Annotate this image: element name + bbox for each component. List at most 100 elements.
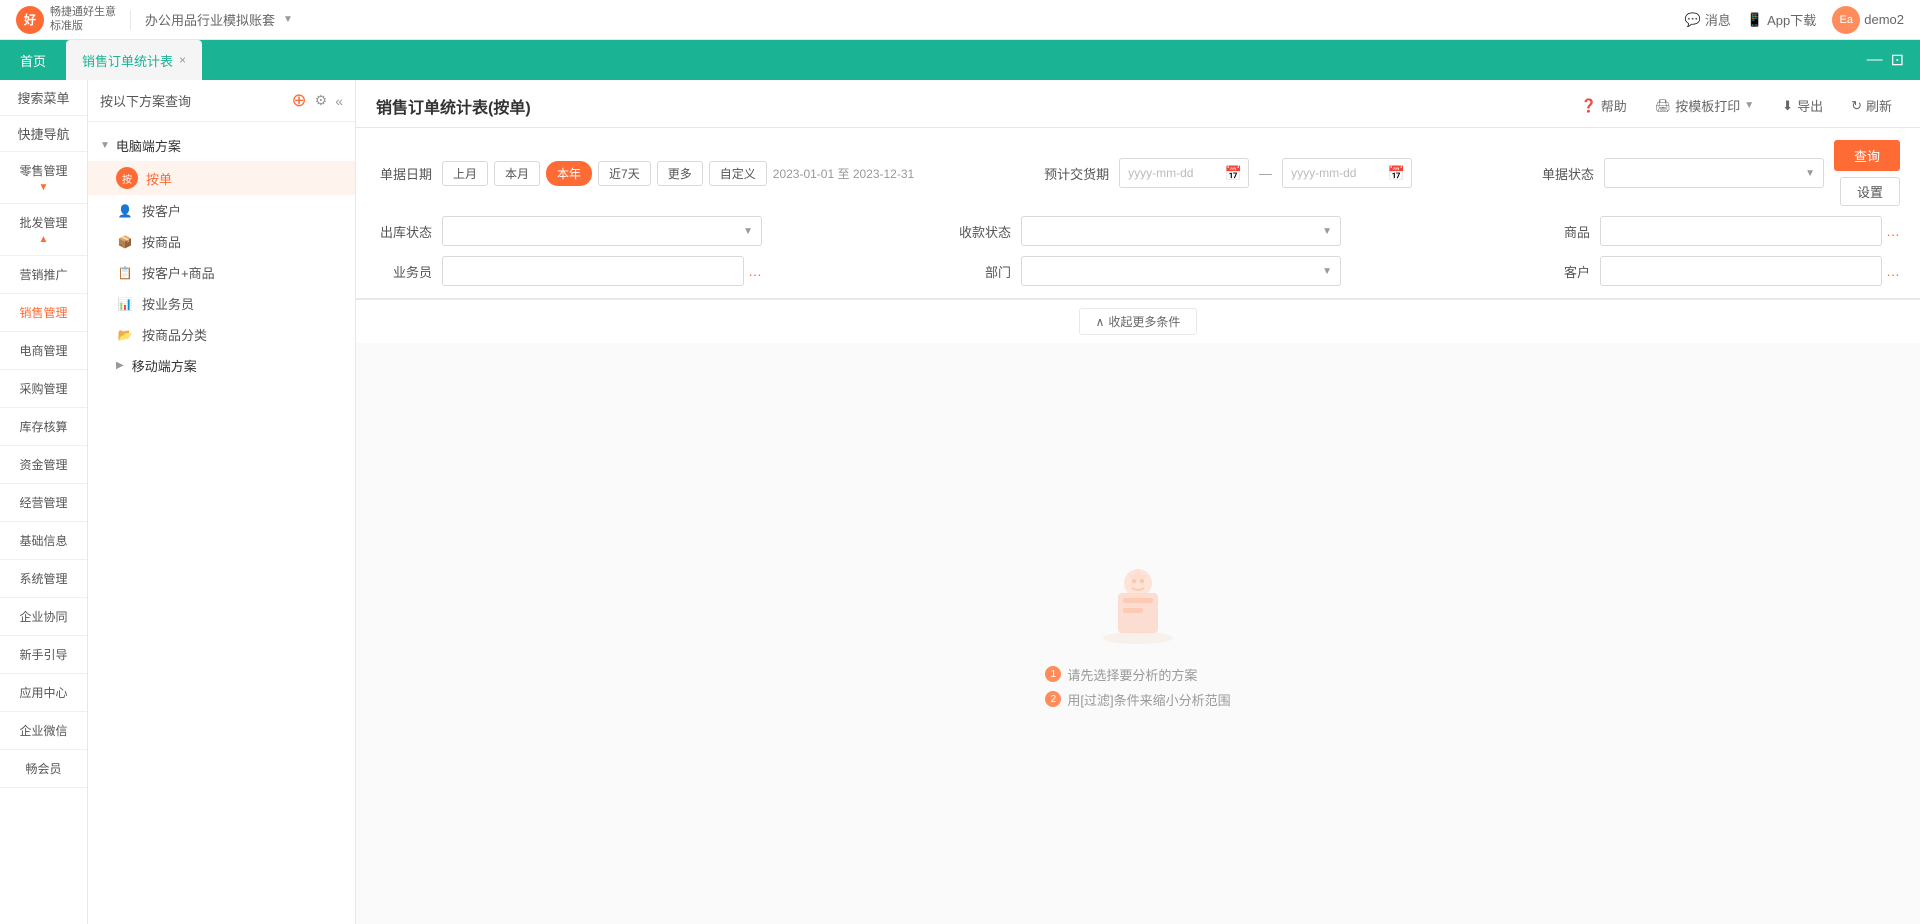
member-label: 畅会员 <box>25 760 61 777</box>
scheme-item-by-order[interactable]: 按 按单 <box>88 161 355 195</box>
sidebar-search[interactable]: 搜索菜单 <box>0 80 87 116</box>
help-btn[interactable]: ❓ 帮助 <box>1573 92 1635 119</box>
goods-dots-btn[interactable]: … <box>1886 223 1900 239</box>
scheme-list: ▼ 电脑端方案 按 按单 👤 按客户 📦 按商品 <box>88 122 355 924</box>
last7days-btn[interactable]: 近7天 <box>598 161 651 186</box>
scheme-group-desktop: ▼ 电脑端方案 按 按单 👤 按客户 📦 按商品 <box>88 130 355 350</box>
calendar-icon-1[interactable]: 📅 <box>1225 165 1242 182</box>
collapse-panel-icon[interactable]: « <box>335 93 343 109</box>
app-title-area[interactable]: 办公用品行业模拟账套 ▼ <box>145 10 293 29</box>
estimated-date-label: 预计交货期 <box>1044 164 1109 183</box>
tab-home[interactable]: 首页 <box>0 40 66 80</box>
tab-minimize-icon[interactable]: — <box>1867 51 1883 69</box>
left-panel-title: 按以下方案查询 <box>100 91 191 110</box>
sidebar-item-member[interactable]: 畅会员 <box>0 750 87 788</box>
salesperson-area: … <box>442 256 762 286</box>
sidebar-item-sales[interactable]: 销售管理 <box>0 294 87 332</box>
retail-arrow: ▼ <box>39 182 49 193</box>
scheme-group-desktop-header[interactable]: ▼ 电脑端方案 <box>88 130 355 161</box>
empty-tip-2: 2 用[过滤]条件来缩小分析范围 <box>1045 690 1230 709</box>
quick-nav-label: 快捷导航 <box>8 124 79 143</box>
page-title: 销售订单统计表(按单) <box>376 94 531 118</box>
finance-label: 资金管理 <box>19 456 67 473</box>
sidebar-item-marketing[interactable]: 营销推广 <box>0 256 87 294</box>
user-area[interactable]: Ea demo2 <box>1832 6 1904 34</box>
desktop-scheme-label: 电脑端方案 <box>116 136 181 155</box>
date-placeholder-1: yyyy-mm-dd <box>1128 166 1193 180</box>
scheme-group-mobile-header[interactable]: ▶ 移动端方案 <box>88 350 355 381</box>
settings-btn[interactable]: 设置 <box>1840 177 1900 206</box>
export-btn[interactable]: ⬇ 导出 <box>1774 92 1831 119</box>
collapse-btn[interactable]: ∧ 收起更多条件 <box>1079 308 1198 335</box>
empty-state: 1 请先选择要分析的方案 2 用[过滤]条件来缩小分析范围 <box>356 343 1920 924</box>
custom-date-btn[interactable]: 自定义 <box>709 161 767 186</box>
tab-sales-order[interactable]: 销售订单统计表 × <box>66 40 202 80</box>
sidebar-item-purchase[interactable]: 采购管理 <box>0 370 87 408</box>
refresh-icon: ↻ <box>1851 98 1862 114</box>
this-year-btn[interactable]: 本年 <box>546 161 592 186</box>
sidebar-item-finance[interactable]: 资金管理 <box>0 446 87 484</box>
app-download-btn[interactable]: 📱 App下载 <box>1747 10 1816 29</box>
this-month-btn[interactable]: 本月 <box>494 161 540 186</box>
sidebar-item-operations[interactable]: 经营管理 <box>0 484 87 522</box>
scheme-icon-by-order: 按 <box>116 167 138 189</box>
customer-input[interactable] <box>1600 256 1882 286</box>
more-date-btn[interactable]: 更多 <box>657 161 703 186</box>
sidebar-item-wechat[interactable]: 企业微信 <box>0 712 87 750</box>
refresh-btn[interactable]: ↻ 刷新 <box>1843 92 1900 119</box>
out-status-label: 出库状态 <box>376 222 432 241</box>
last-month-btn[interactable]: 上月 <box>442 161 488 186</box>
scheme-item-by-goods[interactable]: 📦 按商品 <box>88 226 355 257</box>
collapse-bar: ∧ 收起更多条件 <box>356 299 1920 343</box>
sidebar-item-enterprise[interactable]: 企业协同 <box>0 598 87 636</box>
top-bar-right: 💬 消息 📱 App下载 Ea demo2 <box>1685 6 1904 34</box>
tab-close-icon[interactable]: × <box>179 53 186 67</box>
wholesale-label: 批发管理 <box>19 214 67 231</box>
receipt-status-select[interactable]: ▼ <box>1021 216 1341 246</box>
add-scheme-icon[interactable]: ⊕ <box>292 90 307 111</box>
enterprise-label: 企业协同 <box>19 608 67 625</box>
scheme-item-by-customer-goods[interactable]: 📋 按客户+商品 <box>88 257 355 288</box>
ecommerce-label: 电商管理 <box>19 342 67 359</box>
sidebar-item-wholesale[interactable]: 批发管理 ▲ <box>0 204 87 256</box>
goods-input[interactable] <box>1600 216 1882 246</box>
template-print-btn[interactable]: 🖨 按模板打印 ▼ <box>1647 92 1762 119</box>
sidebar-quick-nav[interactable]: 快捷导航 <box>0 116 87 152</box>
tab-maximize-icon[interactable]: ⊡ <box>1891 50 1904 70</box>
top-bar: 好 畅捷通好生意 标准版 办公用品行业模拟账套 ▼ 💬 消息 📱 App下载 E… <box>0 0 1920 40</box>
empty-tips: 1 请先选择要分析的方案 2 用[过滤]条件来缩小分析范围 <box>1045 665 1230 715</box>
dept-select[interactable]: ▼ <box>1021 256 1341 286</box>
estimated-date-start[interactable]: yyyy-mm-dd 📅 <box>1119 158 1249 188</box>
left-panel-header: 按以下方案查询 ⊕ ⚙ « <box>88 80 355 122</box>
sidebar-item-retail[interactable]: 零售管理 ▼ <box>0 152 87 204</box>
sidebar-item-inventory[interactable]: 库存核算 <box>0 408 87 446</box>
estimated-date-end[interactable]: yyyy-mm-dd 📅 <box>1282 158 1412 188</box>
print-icon: 🖨 <box>1655 98 1672 114</box>
scheme-icon-by-goods: 📦 <box>116 233 134 251</box>
goods-area: … <box>1600 216 1900 246</box>
calendar-icon-2[interactable]: 📅 <box>1388 165 1405 182</box>
scheme-icon-by-customer-goods: 📋 <box>116 264 134 282</box>
settings-scheme-icon[interactable]: ⚙ <box>315 92 328 109</box>
scheme-item-by-salesperson[interactable]: 📊 按业务员 <box>88 288 355 319</box>
print-arrow: ▼ <box>1744 100 1754 111</box>
salesperson-dots-btn[interactable]: … <box>748 263 762 279</box>
sidebar-item-ecommerce[interactable]: 电商管理 <box>0 332 87 370</box>
purchase-label: 采购管理 <box>19 380 67 397</box>
sidebar-item-apps[interactable]: 应用中心 <box>0 674 87 712</box>
scheme-item-by-customer[interactable]: 👤 按客户 <box>88 195 355 226</box>
wholesale-arrow: ▲ <box>39 234 49 245</box>
scheme-label-by-order: 按单 <box>146 169 172 188</box>
page-header: 销售订单统计表(按单) ❓ 帮助 🖨 按模板打印 ▼ ⬇ 导出 <box>356 80 1920 128</box>
customer-dots-btn[interactable]: … <box>1886 263 1900 279</box>
scheme-item-by-category[interactable]: 📂 按商品分类 <box>88 319 355 350</box>
query-btn[interactable]: 查询 <box>1834 140 1900 171</box>
sidebar-item-guide[interactable]: 新手引导 <box>0 636 87 674</box>
status-select[interactable]: ▼ <box>1604 158 1824 188</box>
sidebar-item-basic[interactable]: 基础信息 <box>0 522 87 560</box>
salesperson-input[interactable] <box>442 256 744 286</box>
out-status-select[interactable]: ▼ <box>442 216 762 246</box>
message-btn[interactable]: 💬 消息 <box>1685 10 1731 29</box>
sidebar-item-system[interactable]: 系统管理 <box>0 560 87 598</box>
date-placeholder-2: yyyy-mm-dd <box>1291 166 1356 180</box>
